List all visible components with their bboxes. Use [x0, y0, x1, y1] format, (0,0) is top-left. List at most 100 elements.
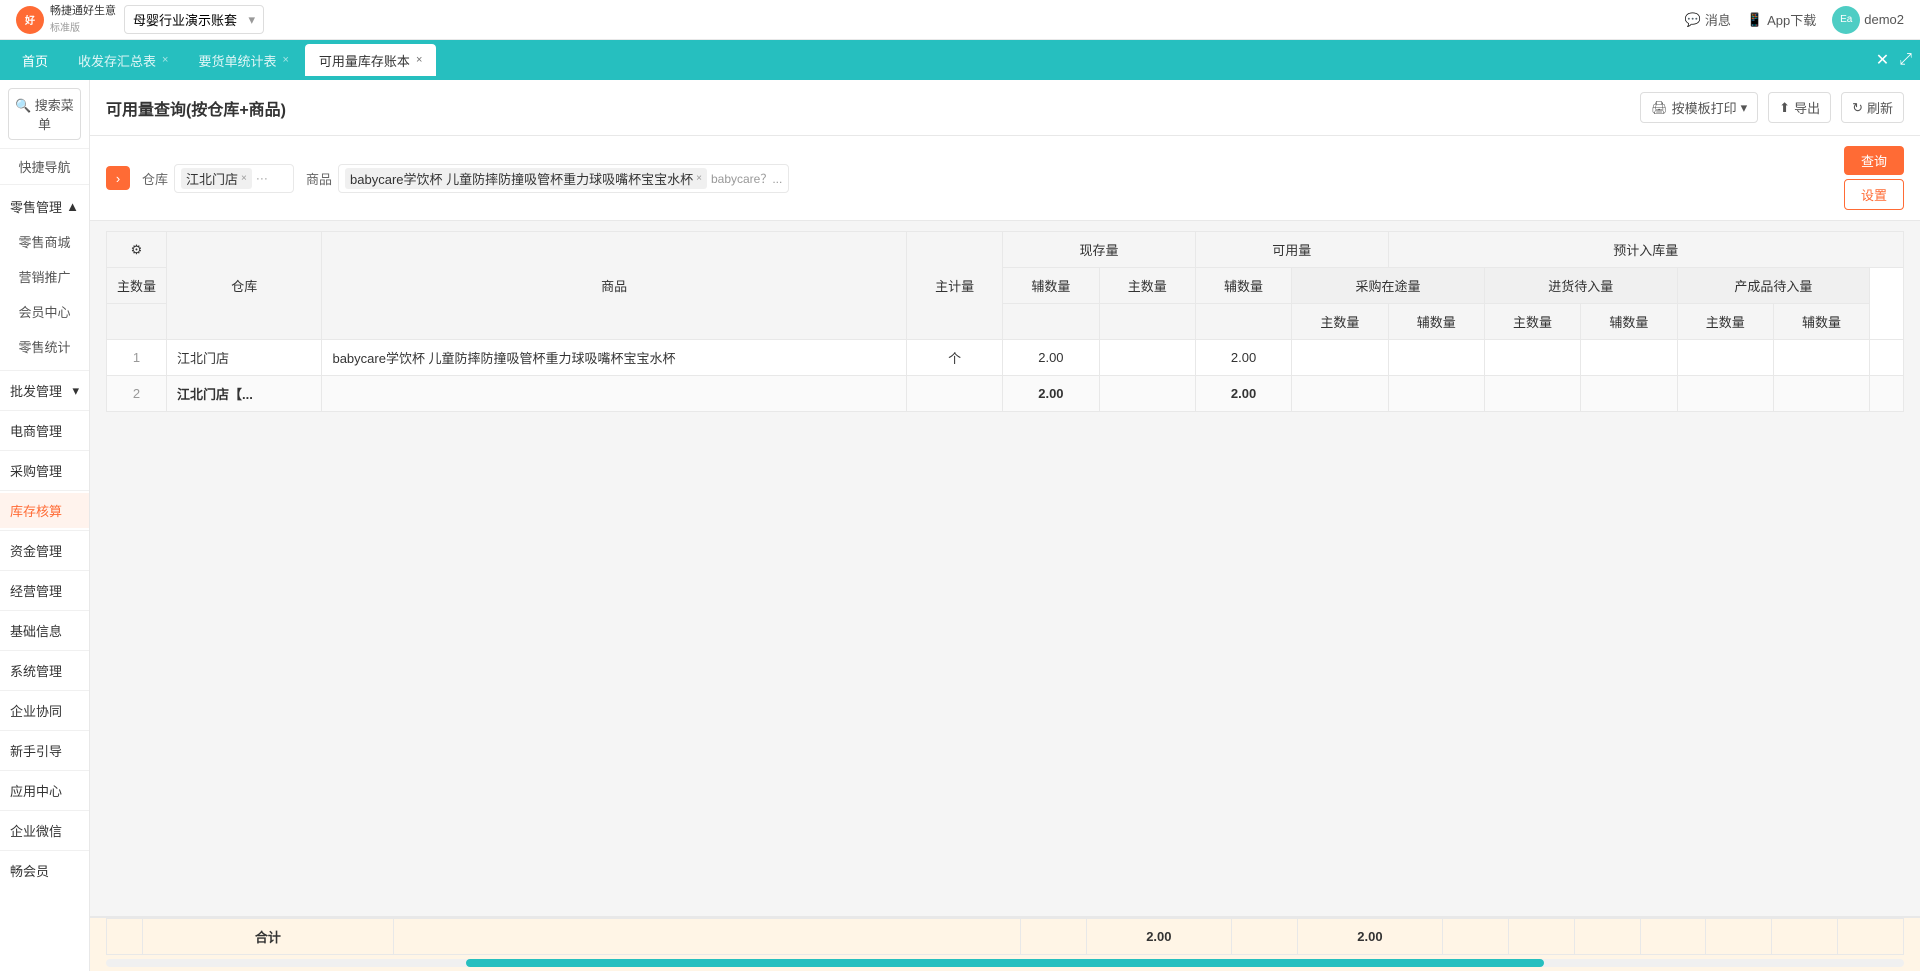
store-selector[interactable]: 母婴行业演示账套 ▾: [124, 5, 264, 34]
footer-empty-1: [107, 919, 143, 955]
app-label: App下载: [1767, 10, 1816, 29]
refresh-icon: ↻: [1852, 100, 1863, 116]
tab-receive-label: 收发存汇总表: [78, 51, 156, 70]
home-label: 首页: [22, 51, 48, 70]
system-label: 系统管理: [10, 661, 62, 680]
warehouse-more[interactable]: ···: [256, 171, 268, 185]
store-name: 母婴行业演示账套: [133, 10, 237, 29]
divider-1: [0, 370, 89, 371]
sidebar-app-center-header[interactable]: 应用中心: [0, 773, 89, 808]
message-icon: 💬: [1685, 12, 1701, 28]
th-incoming-pending: 进货待入量: [1484, 268, 1677, 304]
quick-nav-btn[interactable]: 快捷导航: [0, 149, 89, 185]
th-settings[interactable]: ⚙: [107, 232, 167, 268]
tab-order[interactable]: 要货单统计表 ×: [184, 44, 302, 76]
warehouse-tag-close[interactable]: ×: [241, 173, 247, 184]
dropdown-arrow-icon: ▾: [248, 12, 255, 28]
logo-text-area: 畅捷通好生意 标准版: [50, 5, 116, 33]
row-1-product: babycare学饮杯 儿童防摔防撞吸管杯重力球吸嘴杯宝宝水杯: [322, 340, 906, 376]
divider-3: [0, 450, 89, 451]
warehouse-filter-label: 仓库: [142, 169, 168, 188]
product-tag-1-close[interactable]: ×: [696, 173, 702, 184]
row-2-fp-sub: [1870, 376, 1904, 412]
sidebar-ecommerce-header[interactable]: 电商管理: [0, 413, 89, 448]
scrollbar-thumb[interactable]: [466, 959, 1545, 967]
warehouse-tag-container[interactable]: 江北门店 × ···: [174, 164, 294, 193]
th-av-sub: 辅数量: [1195, 268, 1291, 304]
page-title: 可用量查询(按仓库+商品): [106, 96, 286, 120]
settings-btn[interactable]: 设置: [1844, 179, 1904, 210]
sidebar-item-marketing[interactable]: 营销推广: [0, 259, 89, 294]
export-btn[interactable]: ⬆ 导出: [1768, 92, 1831, 123]
basic-label: 基础信息: [10, 621, 62, 640]
footer-available-main: 2.00: [1297, 919, 1442, 955]
sidebar-purchase-header[interactable]: 采购管理: [0, 453, 89, 488]
message-btn[interactable]: 💬 消息: [1685, 10, 1731, 29]
sidebar-system-header[interactable]: 系统管理: [0, 653, 89, 688]
sidebar-new-guide-header[interactable]: 新手引导: [0, 733, 89, 768]
product-tag-container[interactable]: babycare学饮杯 儿童防摔防撞吸管杯重力球吸嘴杯宝宝水杯 × babyca…: [338, 164, 789, 193]
filter-toggle-btn[interactable]: ›: [106, 166, 130, 190]
sidebar-basic-header[interactable]: 基础信息: [0, 613, 89, 648]
divider-4: [0, 490, 89, 491]
sidebar-group-wholesale-header[interactable]: 批发管理 ▾: [0, 373, 89, 408]
sidebar-enterprise-header[interactable]: 企业协同: [0, 693, 89, 728]
app-download-btn[interactable]: 📱 App下载: [1747, 10, 1816, 29]
export-icon: ⬆: [1779, 100, 1790, 116]
sidebar-inventory-header[interactable]: 库存核算: [0, 493, 89, 528]
tab-available[interactable]: 可用量库存账本 ×: [305, 44, 436, 76]
tab-order-close[interactable]: ×: [282, 54, 288, 66]
footer-ip-sub: [1706, 919, 1772, 955]
top-bar-right: 💬 消息 📱 App下载 Ea demo2: [1685, 6, 1904, 34]
app-icon: 📱: [1747, 12, 1763, 28]
row-2-pt-sub: [1484, 376, 1580, 412]
sidebar-business-header[interactable]: 经营管理: [0, 573, 89, 608]
wholesale-label: 批发管理: [10, 381, 62, 400]
row-2-cs-main: 2.00: [1003, 376, 1099, 412]
divider-13: [0, 850, 89, 851]
tab-receive[interactable]: 收发存汇总表 ×: [64, 44, 182, 76]
footer-table: 合计 2.00 2.00: [106, 918, 1904, 955]
query-btn[interactable]: 查询: [1844, 146, 1904, 175]
th-pt-main: 主数量: [1292, 304, 1388, 340]
th-current-stock: 现存量: [1003, 232, 1196, 268]
sidebar-item-retail-mall[interactable]: 零售商城: [0, 224, 89, 259]
main-layout: 🔍 搜索菜单 快捷导航 零售管理 ▲ 零售商城 营销推广 会员中心 零售统计: [0, 80, 1920, 971]
print-btn[interactable]: 🖨 按模板打印 ▾: [1640, 92, 1758, 123]
divider-9: [0, 690, 89, 691]
inventory-label: 库存核算: [10, 501, 62, 520]
tab-available-close[interactable]: ×: [416, 54, 422, 66]
product-more[interactable]: babycare？...: [711, 170, 782, 187]
th-ip-main: 主数量: [1484, 304, 1580, 340]
user-area[interactable]: Ea demo2: [1832, 6, 1904, 34]
sidebar-enterprise-wechat-header[interactable]: 企业微信: [0, 813, 89, 848]
scrollbar-area[interactable]: [106, 959, 1904, 967]
sidebar-item-retail-stats[interactable]: 零售统计: [0, 329, 89, 364]
search-menu-btn[interactable]: 🔍 搜索菜单: [8, 88, 81, 140]
footer-current-main: 2.00: [1086, 919, 1231, 955]
inventory-table: ⚙ 仓库 商品 主计量 现存量 可用量 预计入库量 主数量 辅数量 主数量 辅数…: [106, 231, 1904, 412]
th-fp-main: 主数量: [1677, 304, 1773, 340]
row-2-fp-main: [1773, 376, 1869, 412]
product-filter-group: 商品 babycare学饮杯 儿童防摔防撞吸管杯重力球吸嘴杯宝宝水杯 × bab…: [306, 164, 789, 193]
sidebar-finance-header[interactable]: 资金管理: [0, 533, 89, 568]
warehouse-tag-text: 江北门店: [186, 169, 238, 188]
row-2-ip-main: [1581, 376, 1677, 412]
ecommerce-label: 电商管理: [10, 421, 62, 440]
divider-7: [0, 610, 89, 611]
logo-area: 好 畅捷通好生意 标准版: [16, 5, 116, 33]
tab-receive-close[interactable]: ×: [162, 54, 168, 66]
sidebar-member-header[interactable]: 畅会员: [0, 853, 89, 888]
warehouse-tag: 江北门店 ×: [181, 168, 252, 189]
sidebar-group-retail-header[interactable]: 零售管理 ▲: [0, 189, 89, 224]
user-name: demo2: [1864, 12, 1904, 27]
tab-order-label: 要货单统计表: [198, 51, 276, 70]
expand-icon[interactable]: ⤢: [1899, 51, 1912, 69]
content-area: 可用量查询(按仓库+商品) 🖨 按模板打印 ▾ ⬆ 导出 ↻ 刷新: [90, 80, 1920, 971]
member-center-label: 会员中心: [18, 305, 70, 320]
avatar: Ea: [1832, 6, 1860, 34]
close-window-icon[interactable]: ✕: [1876, 50, 1889, 70]
sidebar-item-member-center[interactable]: 会员中心: [0, 294, 89, 329]
refresh-btn[interactable]: ↻ 刷新: [1841, 92, 1904, 123]
tab-home[interactable]: 首页: [8, 44, 62, 76]
